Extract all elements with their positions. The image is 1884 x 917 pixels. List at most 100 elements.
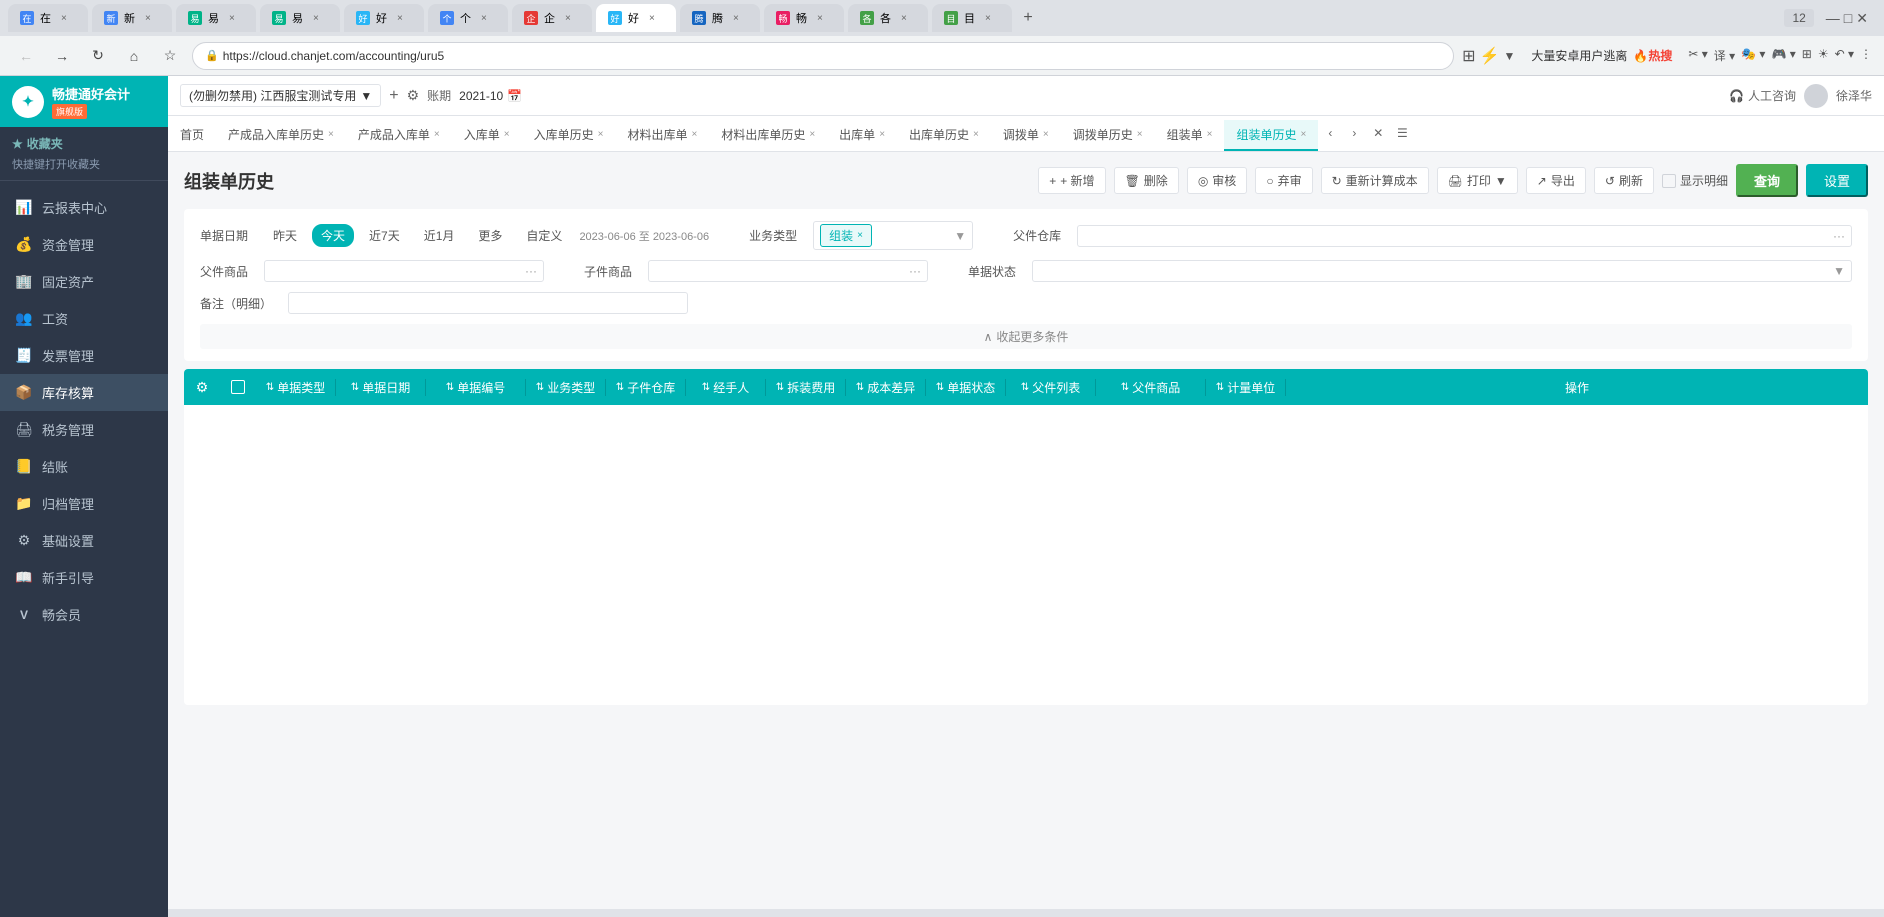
support-label[interactable]: 🎧 人工咨询 bbox=[1729, 87, 1796, 104]
sort-icon-type[interactable]: ⇅ bbox=[266, 382, 274, 393]
tab-material-out[interactable]: 材料出库单 × bbox=[615, 120, 709, 151]
nav-item-tax[interactable]: 🖨 税务管理 bbox=[0, 411, 168, 448]
home-button[interactable]: ⌂ bbox=[120, 42, 148, 70]
browser-tab-8[interactable]: 好 好 × bbox=[596, 4, 676, 32]
sort-icon-biz[interactable]: ⇅ bbox=[536, 382, 544, 393]
tab-transfer-history[interactable]: 调拨单历史 × bbox=[1061, 120, 1155, 151]
parent-warehouse-input[interactable]: ··· bbox=[1077, 225, 1852, 247]
browser-tab-11[interactable]: 各 各 × bbox=[848, 4, 928, 32]
calendar-icon[interactable]: 📅 bbox=[507, 89, 522, 103]
grid-icon[interactable]: ⊞ bbox=[1802, 47, 1812, 64]
tab-produce-in-history[interactable]: 产成品入库单历史 × bbox=[216, 120, 346, 151]
sort-icon-cost-diff[interactable]: ⇅ bbox=[856, 382, 864, 393]
settings-button[interactable]: 设置 bbox=[1806, 164, 1868, 197]
tab-close-material-out-history[interactable]: × bbox=[809, 129, 815, 140]
browser-tab-4[interactable]: 易 易 × bbox=[260, 4, 340, 32]
game-icon[interactable]: 🎮 ▾ bbox=[1771, 47, 1795, 64]
date-btn-more[interactable]: 更多 bbox=[469, 224, 511, 247]
close-button[interactable]: ✕ bbox=[1856, 10, 1868, 27]
tab-close-12[interactable]: × bbox=[985, 13, 991, 24]
tab-close-transfer[interactable]: × bbox=[1043, 129, 1049, 140]
tab-home[interactable]: 首页 bbox=[168, 120, 216, 151]
nav-item-guide[interactable]: 📖 新手引导 bbox=[0, 559, 168, 596]
parent-warehouse-more[interactable]: ··· bbox=[1833, 229, 1845, 243]
tab-close-assemble-history[interactable]: × bbox=[1300, 129, 1306, 140]
horizontal-scrollbar[interactable] bbox=[168, 909, 1884, 917]
tab-out-history[interactable]: 出库单历史 × bbox=[897, 120, 991, 151]
collapse-bar[interactable]: ∧ 收起更多条件 bbox=[200, 324, 1852, 349]
browser-tab-10[interactable]: 畅 畅 × bbox=[764, 4, 844, 32]
bookmark-button[interactable]: ☆ bbox=[156, 42, 184, 70]
table-header-checkbox[interactable] bbox=[220, 380, 256, 394]
date-btn-today[interactable]: 今天 bbox=[312, 224, 354, 247]
tab-out-order[interactable]: 出库单 × bbox=[827, 120, 897, 151]
scissors-icon[interactable]: ✂ ▾ bbox=[1688, 47, 1707, 64]
tab-in-history[interactable]: 入库单历史 × bbox=[522, 120, 616, 151]
sort-icon-num[interactable]: ⇅ bbox=[446, 382, 454, 393]
delete-button[interactable]: 🗑 删除 bbox=[1114, 167, 1179, 194]
query-button[interactable]: 查询 bbox=[1736, 164, 1798, 197]
tab-scroll-right[interactable]: › bbox=[1342, 116, 1366, 151]
export-button[interactable]: ↗ 导出 bbox=[1526, 167, 1586, 194]
new-tab-button[interactable]: + bbox=[1016, 6, 1040, 30]
undo-icon[interactable]: ↶ ▾ bbox=[1835, 47, 1854, 64]
parent-goods-input[interactable]: ··· bbox=[264, 260, 544, 282]
abandon-button[interactable]: ○ 弃审 bbox=[1255, 167, 1312, 194]
select-all-checkbox[interactable] bbox=[231, 380, 245, 394]
translate-icon[interactable]: 译 ▾ bbox=[1714, 47, 1735, 64]
date-btn-1month[interactable]: 近1月 bbox=[415, 224, 464, 247]
date-btn-custom[interactable]: 自定义 bbox=[517, 224, 571, 247]
tab-close-11[interactable]: × bbox=[901, 13, 907, 24]
tab-close-5[interactable]: × bbox=[397, 13, 403, 24]
tab-close-assemble[interactable]: × bbox=[1207, 129, 1213, 140]
tab-close-7[interactable]: × bbox=[565, 13, 571, 24]
browser-tab-5[interactable]: 好 好 × bbox=[344, 4, 424, 32]
sort-icon-wh[interactable]: ⇅ bbox=[616, 382, 624, 393]
sun-icon[interactable]: ☀ bbox=[1818, 47, 1829, 64]
qr-icon[interactable]: ⊞ bbox=[1462, 46, 1475, 66]
company-selector[interactable]: (勿删勿禁用) 江西服宝测试专用 ▼ bbox=[180, 84, 381, 107]
display-checkbox[interactable] bbox=[1662, 174, 1676, 188]
nav-item-salary[interactable]: 👥 工资 bbox=[0, 300, 168, 337]
add-button[interactable]: + + 新增 bbox=[1038, 167, 1105, 194]
child-goods-more[interactable]: ··· bbox=[909, 264, 921, 278]
tab-close-produce-in-history[interactable]: × bbox=[328, 129, 334, 140]
tab-close-1[interactable]: × bbox=[61, 13, 67, 24]
maximize-button[interactable]: □ bbox=[1844, 10, 1852, 27]
tab-close-all[interactable]: ✕ bbox=[1366, 116, 1390, 151]
address-bar[interactable]: 🔒 https://cloud.chanjet.com/accounting/u… bbox=[192, 42, 1454, 70]
browser-tab-3[interactable]: 易 易 × bbox=[176, 4, 256, 32]
date-btn-yesterday[interactable]: 昨天 bbox=[264, 224, 306, 247]
tab-more-options[interactable]: ☰ bbox=[1390, 116, 1414, 151]
nav-item-member[interactable]: V 畅会员 bbox=[0, 596, 168, 633]
nav-item-close[interactable]: 📒 结账 bbox=[0, 448, 168, 485]
tab-close-out-order[interactable]: × bbox=[879, 129, 885, 140]
parent-goods-more[interactable]: ··· bbox=[525, 264, 537, 278]
status-input[interactable]: ▼ bbox=[1032, 260, 1852, 282]
nav-item-archive[interactable]: 📁 归档管理 bbox=[0, 485, 168, 522]
more-icon[interactable]: ⋮ bbox=[1860, 47, 1872, 64]
dropdown-icon[interactable]: ▼ bbox=[1503, 49, 1515, 63]
tab-assemble-history[interactable]: 组装单历史 × bbox=[1224, 120, 1318, 151]
tab-produce-in[interactable]: 产成品入库单 × bbox=[346, 120, 452, 151]
tab-close-in-history[interactable]: × bbox=[598, 129, 604, 140]
tab-close-produce-in[interactable]: × bbox=[434, 129, 440, 140]
biz-type-input-area[interactable]: 组装 × ▼ bbox=[813, 221, 973, 250]
date-btn-7days[interactable]: 近7天 bbox=[360, 224, 409, 247]
nav-item-inventory[interactable]: 📦 库存核算 bbox=[0, 374, 168, 411]
forward-button[interactable]: → bbox=[48, 42, 76, 70]
tab-transfer[interactable]: 调拨单 × bbox=[991, 120, 1061, 151]
note-filter-input[interactable] bbox=[288, 292, 688, 314]
approve-button[interactable]: ◎ 审核 bbox=[1187, 167, 1248, 194]
tab-close-material-out[interactable]: × bbox=[691, 129, 697, 140]
back-button[interactable]: ← bbox=[12, 42, 40, 70]
sort-icon-handler[interactable]: ⇅ bbox=[702, 382, 710, 393]
browser-tab-1[interactable]: 在 在 × bbox=[8, 4, 88, 32]
reload-button[interactable]: ↻ bbox=[84, 42, 112, 70]
tab-in-order[interactable]: 入库单 × bbox=[452, 120, 522, 151]
nav-item-funds[interactable]: 💰 资金管理 bbox=[0, 226, 168, 263]
nav-item-settings[interactable]: ⚙ 基础设置 bbox=[0, 522, 168, 559]
recalc-button[interactable]: ↻ 重新计算成本 bbox=[1321, 167, 1429, 194]
emoji-icon[interactable]: 🎭 ▾ bbox=[1741, 47, 1765, 64]
tab-close-2[interactable]: × bbox=[145, 13, 151, 24]
